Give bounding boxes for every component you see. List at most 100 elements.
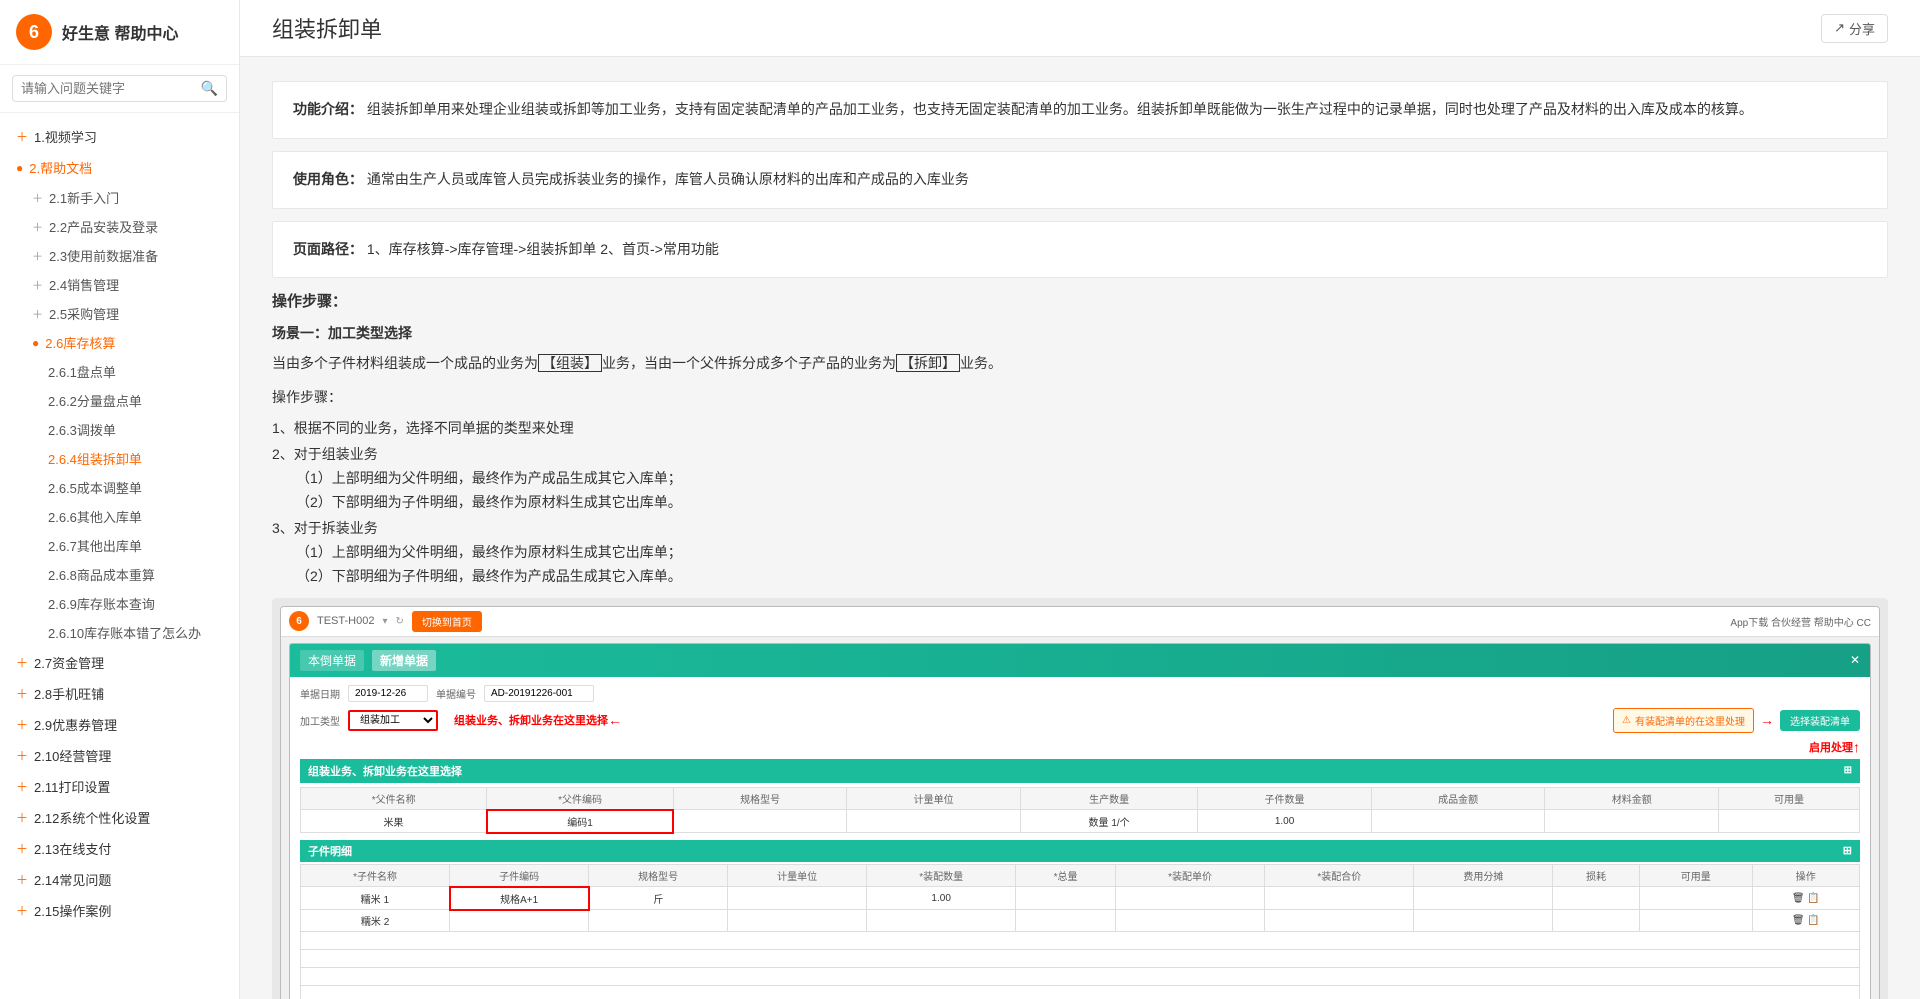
operations-section: 操作步骤： 场景一：加工类型选择 当由多个子件材料组装成一个成品的业务为【组装】…: [272, 290, 1888, 999]
upper-th-5: 子件数量: [1198, 787, 1372, 810]
sidebar-item-personalize[interactable]: ＋ 2.12系统个性化设置: [0, 802, 239, 833]
sidebar-item-cost-recalc[interactable]: 2.6.8商品成本重算: [16, 560, 239, 589]
sidebar-item-purchase[interactable]: ＋ 2.5采购管理: [0, 299, 239, 328]
app-modal-area: 本倒单据 新增单据 ✕ 单据日期 单据编号: [281, 637, 1879, 999]
share-icon: ↗: [1834, 20, 1845, 36]
expand-icon-27: ＋: [16, 654, 28, 671]
sidebar-item-help-docs[interactable]: ● 2.帮助文档: [0, 152, 239, 183]
upper-section-header: 组装业务、拆卸业务在这里选择 ⊞: [300, 759, 1860, 783]
expand-icon-215: ＋: [16, 902, 28, 919]
app-nav-btn[interactable]: 切换到首页: [412, 611, 482, 632]
sidebar-item-stock-ledger[interactable]: 2.6.9库存账本查询: [16, 589, 239, 618]
steps-list: 1、根据不同的业务，选择不同单据的类型来处理 2、对于组装业务 （1）上部明细为…: [272, 418, 1888, 586]
lower-th-7: *装配合价: [1265, 864, 1414, 887]
path-text: 页面路径： 1、库存核算->库存管理->组装拆卸单 2、首页->常用功能: [293, 238, 1867, 262]
sidebar-item-partial-stocktake[interactable]: 2.6.2分量盘点单: [16, 386, 239, 415]
app-refresh-icon: ↻: [396, 616, 404, 627]
sidebar-item-print[interactable]: ＋ 2.11打印设置: [0, 771, 239, 802]
expand-icon-214: ＋: [16, 871, 28, 888]
operations-title: 操作步骤：: [272, 290, 1888, 311]
lower-cell-1-8: [1414, 910, 1553, 932]
sidebar-item-video-learning[interactable]: ＋ 1.视频学习: [0, 121, 239, 152]
sidebar-item-stocktake[interactable]: 2.6.1盘点单: [16, 357, 239, 386]
lower-cell-0-9: [1553, 887, 1640, 910]
lower-row-0: 糯米 1 规格A+1 斤 1.00: [301, 887, 1860, 910]
sidebar-item-install[interactable]: ＋ 2.2产品安装及登录: [0, 212, 239, 241]
annotation-type-text: 组装业务、拆卸业务在这里选择: [454, 712, 608, 728]
collapse-icon-2: ●: [16, 161, 23, 175]
sidebar-item-transfer[interactable]: 2.6.3调拨单: [16, 415, 239, 444]
upper-cell-0-1: 编码1: [487, 810, 673, 833]
sidebar-item-coupon[interactable]: ＋ 2.9优惠券管理: [0, 709, 239, 740]
intro-block: 功能介绍： 组装拆卸单用来处理企业组装或拆卸等加工业务，支持有固定装配清单的产品…: [272, 81, 1888, 139]
collapse-icon-2-6: ●: [32, 336, 39, 350]
annotation-enable: 启用处理 ↑: [300, 739, 1860, 755]
sidebar-item-other-in[interactable]: 2.6.6其他入库单: [16, 502, 239, 531]
section-expand-icon[interactable]: ⊞: [1844, 765, 1852, 776]
sidebar-item-ledger-fix[interactable]: 2.6.10库存账本错了怎么办: [16, 618, 239, 647]
upper-th-6: 成品金额: [1371, 787, 1545, 810]
order-input[interactable]: [484, 685, 594, 702]
expand-icon-2-3: ＋: [32, 248, 43, 264]
sidebar-item-cases[interactable]: ＋ 2.15操作案例: [0, 895, 239, 926]
lower-cell-1-9: [1553, 910, 1640, 932]
sidebar-item-cost-adjust[interactable]: 2.6.5成本调整单: [16, 473, 239, 502]
sidebar-item-inventory[interactable]: ● 2.6库存核算: [0, 328, 239, 357]
upper-cell-0-7: [1545, 810, 1719, 833]
upper-table: *父件名称 *父件编码 规格型号 计量单位 生产数量 子件数量 成品金额 材料金…: [300, 787, 1860, 834]
lower-expand-icon[interactable]: ⊞: [1843, 844, 1852, 857]
date-label: 单据日期: [300, 686, 340, 701]
select-bom-btn[interactable]: 选择装配清单: [1780, 710, 1860, 731]
modal-close-icon[interactable]: ✕: [1850, 653, 1860, 667]
search-input[interactable]: [21, 81, 201, 96]
app-logo-icon: 6: [16, 14, 52, 50]
annotation-arrow-1: ←: [608, 712, 622, 728]
nav-section-1: ＋ 1.视频学习: [0, 121, 239, 152]
sidebar-item-new-user[interactable]: ＋ 2.1新手入门: [0, 183, 239, 212]
lower-cell-1-1: [450, 910, 589, 932]
upper-cell-0-6: [1371, 810, 1545, 833]
sidebar-item-ops[interactable]: ＋ 2.10经营管理: [0, 740, 239, 771]
step3: 3、对于拆装业务 （1）上部明细为父件明细，最终作为原材料生成其它出库单； （2…: [272, 518, 1888, 586]
date-input[interactable]: [348, 685, 428, 702]
sidebar-item-mobile[interactable]: ＋ 2.8手机旺铺: [0, 678, 239, 709]
lower-cell-0-5: [1016, 887, 1116, 910]
sidebar-item-other-out[interactable]: 2.6.7其他出库单: [16, 531, 239, 560]
page-title: 组装拆卸单: [272, 12, 382, 44]
path-block: 页面路径： 1、库存核算->库存管理->组装拆卸单 2、首页->常用功能: [272, 221, 1888, 279]
upper-cell-0-4: 数量 1/个: [1020, 810, 1197, 833]
logo-area: 6 好生意 帮助中心: [0, 0, 239, 65]
sidebar-item-online-pay[interactable]: ＋ 2.13在线支付: [0, 833, 239, 864]
lower-th-5: *总量: [1016, 864, 1116, 887]
lower-cell-1-7: [1265, 910, 1414, 932]
lower-row-1: 糯米 2: [301, 910, 1860, 932]
modal-tab-list[interactable]: 本倒单据: [300, 650, 364, 671]
notice-icon: ⚠: [1622, 715, 1631, 726]
expand-icon-212: ＋: [16, 809, 28, 826]
upper-th-2: 规格型号: [673, 787, 847, 810]
type-select[interactable]: 组装加工 拆卸加工: [348, 710, 438, 731]
top-bar: 组装拆卸单 ↗ 分享: [240, 0, 1920, 57]
sidebar-item-data-prep[interactable]: ＋ 2.3使用前数据准备: [0, 241, 239, 270]
lower-cell-0-6: [1115, 887, 1264, 910]
annotation-arrow-2: →: [1760, 712, 1774, 728]
sidebar-item-sales[interactable]: ＋ 2.4销售管理: [0, 270, 239, 299]
sidebar-item-assembly[interactable]: 2.6.4组装拆卸单: [16, 444, 239, 473]
lower-cell-0-0: 糯米 1: [301, 887, 450, 910]
expand-icon-2-4: ＋: [32, 277, 43, 293]
lower-th-8: 费用分摊: [1414, 864, 1553, 887]
modal-tabs: 本倒单据 新增单据: [300, 650, 436, 671]
share-button[interactable]: ↗ 分享: [1821, 14, 1888, 43]
sidebar-item-faq[interactable]: ＋ 2.14常见问题: [0, 864, 239, 895]
lower-cell-1-6: [1115, 910, 1264, 932]
annotation-type: 组装业务、拆卸业务在这里选择 ←: [454, 712, 622, 728]
content-area: 功能介绍： 组装拆卸单用来处理企业组装或拆卸等加工业务，支持有固定装配清单的产品…: [240, 57, 1920, 999]
upper-cell-0-2: [673, 810, 847, 833]
search-icon[interactable]: 🔍: [201, 80, 218, 97]
modal-tab-new[interactable]: 新增单据: [372, 650, 436, 671]
search-box[interactable]: 🔍: [12, 75, 227, 102]
sidebar-item-finance[interactable]: ＋ 2.7资金管理: [0, 647, 239, 678]
lower-th-6: *装配单价: [1115, 864, 1264, 887]
lower-cell-0-4: 1.00: [867, 887, 1016, 910]
expand-icon-1: ＋: [16, 128, 28, 145]
